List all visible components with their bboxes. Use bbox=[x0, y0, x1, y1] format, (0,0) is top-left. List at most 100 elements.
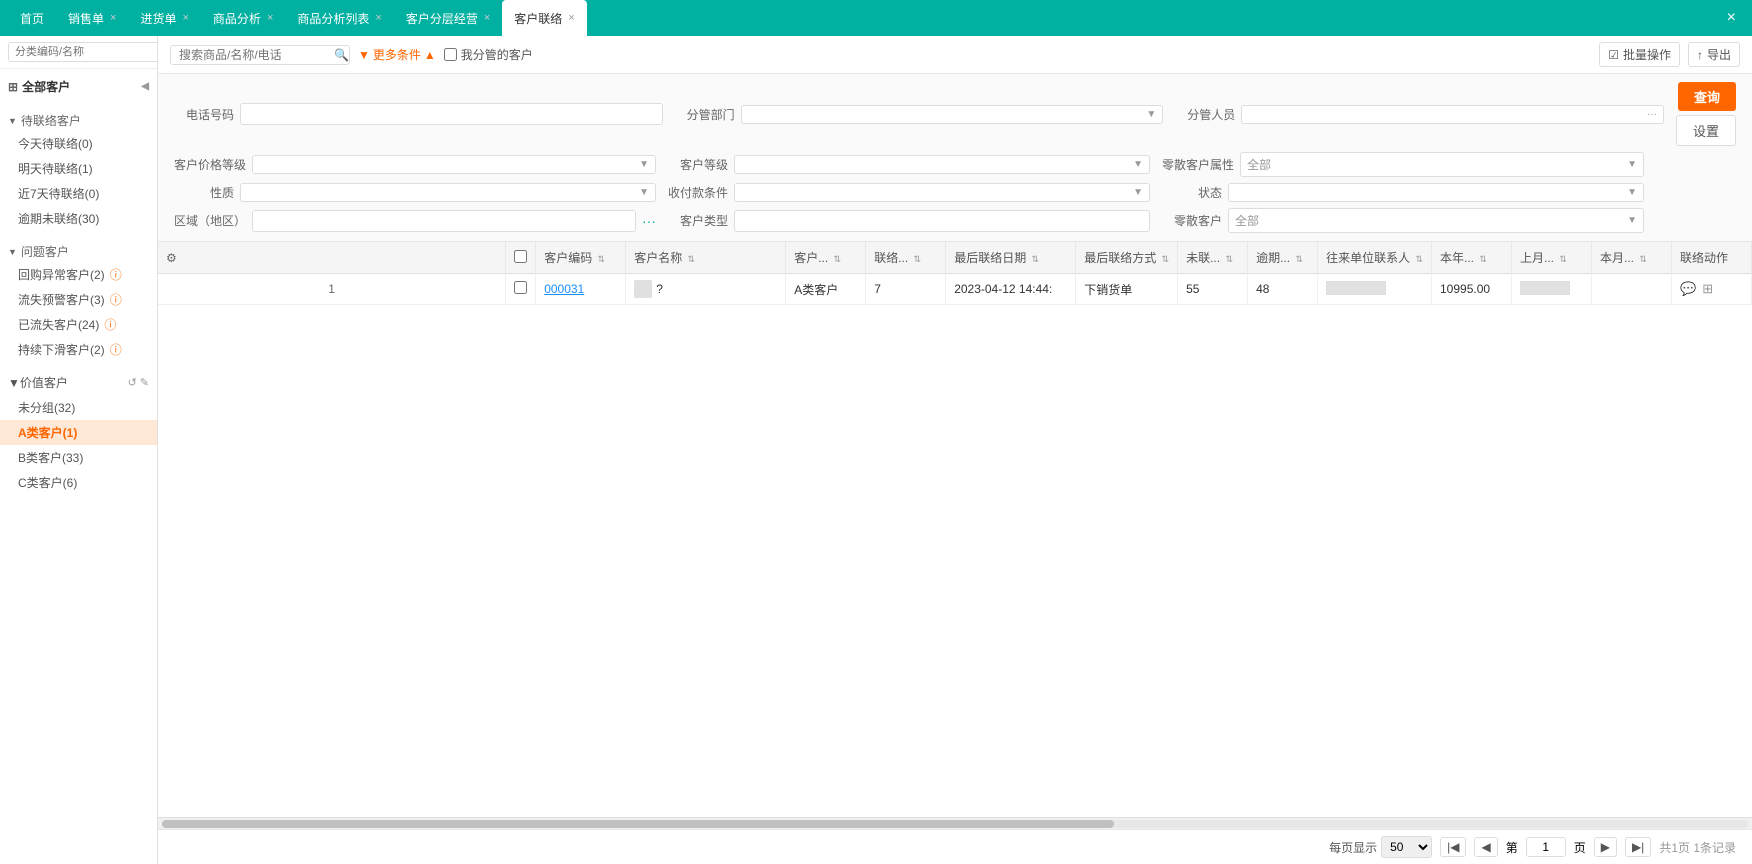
problem-group-title[interactable]: ▼ 问题客户 bbox=[0, 239, 157, 262]
nav-customer-contact[interactable]: 客户联络 × bbox=[502, 0, 586, 36]
value-refresh-icon[interactable]: ↺ bbox=[128, 376, 137, 389]
sidebar-item-today[interactable]: 今天待联络(0) bbox=[0, 131, 157, 156]
content-area: 🔍 ▼ 更多条件 ▲ 我分管的客户 ☑ 批量操作 ↑ 导出 bbox=[158, 36, 1752, 864]
status-select[interactable]: ▼ bbox=[1228, 183, 1644, 202]
sidebar-item-tomorrow[interactable]: 明天待联络(1) bbox=[0, 156, 157, 181]
table-select-all-checkbox[interactable] bbox=[514, 250, 527, 263]
col-month-header[interactable]: 本月... ⇅ bbox=[1592, 242, 1672, 274]
customer-level-arrow: ▼ bbox=[1133, 159, 1143, 170]
row-contact: 7 bbox=[866, 274, 946, 305]
close-customer-segment-tab[interactable]: × bbox=[484, 12, 490, 24]
sidebar-item-week[interactable]: 近7天待联络(0) bbox=[0, 181, 157, 206]
region-input[interactable] bbox=[252, 210, 636, 232]
pending-group-title[interactable]: ▼ 待联络客户 bbox=[0, 108, 157, 131]
customer-level-select[interactable]: ▼ bbox=[734, 155, 1150, 174]
uncontact-sort-icon: ⇅ bbox=[1225, 254, 1233, 264]
sidebar-search-input[interactable] bbox=[8, 42, 158, 62]
col-overdue-header[interactable]: 逾期... ⇅ bbox=[1248, 242, 1318, 274]
sidebar-item-b-class[interactable]: B类客户(33) bbox=[0, 445, 157, 470]
sidebar-item-c-class[interactable]: C类客户(6) bbox=[0, 470, 157, 495]
close-customer-contact-tab[interactable]: × bbox=[568, 12, 574, 24]
close-sales-tab[interactable]: × bbox=[110, 12, 116, 24]
page-number-input[interactable] bbox=[1526, 837, 1566, 857]
customer-type-input[interactable] bbox=[734, 210, 1150, 232]
my-customers-filter[interactable]: 我分管的客户 bbox=[444, 46, 533, 63]
filter-search-icon[interactable]: 🔍 bbox=[334, 48, 349, 62]
prev-page-button[interactable]: ◀ bbox=[1474, 837, 1497, 857]
col-uncontact-header[interactable]: 未联... ⇅ bbox=[1178, 242, 1248, 274]
table-header-row: ⚙ 客户编码 ⇅ 客户名称 ⇅ bbox=[158, 242, 1752, 274]
lost-info-icon[interactable]: ⓘ bbox=[104, 318, 116, 332]
pay-select[interactable]: ▼ bbox=[734, 183, 1150, 202]
nav-purchase[interactable]: 进货单 × bbox=[128, 0, 200, 36]
person-select[interactable]: ··· bbox=[1241, 105, 1664, 124]
lost-warning-info-icon[interactable]: ⓘ bbox=[110, 293, 122, 307]
col-name-header[interactable]: 客户名称 ⇅ bbox=[626, 242, 786, 274]
col-way-header[interactable]: 最后联络方式 ⇅ bbox=[1076, 242, 1178, 274]
table-settings-gear-icon[interactable]: ⚙ bbox=[166, 251, 177, 265]
first-page-button[interactable]: |◀ bbox=[1440, 837, 1466, 857]
more-filters-button[interactable]: ▼ 更多条件 ▲ bbox=[358, 46, 436, 63]
close-window-button[interactable]: × bbox=[1719, 9, 1744, 27]
all-customers-header[interactable]: ⊞ 全部客户 ◀ bbox=[0, 73, 157, 100]
table-body: 1 000031 ? bbox=[158, 274, 1752, 305]
filter-toolbar: 🔍 ▼ 更多条件 ▲ 我分管的客户 ☑ 批量操作 ↑ 导出 bbox=[158, 36, 1752, 74]
region-dots-icon[interactable]: ··· bbox=[642, 213, 656, 229]
filter-search-input[interactable] bbox=[179, 48, 334, 62]
sidebar-item-overdue[interactable]: 逾期未联络(30) bbox=[0, 206, 157, 231]
sidebar-item-declining[interactable]: 持续下滑客户(2) ⓘ bbox=[0, 337, 157, 362]
action-qr-icon[interactable]: ⊞ bbox=[1702, 281, 1713, 297]
batch-ops-button[interactable]: ☑ 批量操作 bbox=[1599, 42, 1680, 67]
per-page-select[interactable]: 50 100 bbox=[1381, 836, 1432, 858]
col-contact-header[interactable]: 联络... ⇅ bbox=[866, 242, 946, 274]
nav-home[interactable]: 首页 bbox=[8, 0, 56, 36]
retail-attr-select[interactable]: 全部 ▼ bbox=[1240, 152, 1644, 177]
dept-select[interactable]: ▼ bbox=[741, 105, 1164, 124]
customer-level-field: 客户等级 ▼ bbox=[668, 155, 1150, 174]
next-page-button[interactable]: ▶ bbox=[1594, 837, 1617, 857]
price-level-select[interactable]: ▼ bbox=[252, 155, 656, 174]
last-page-button[interactable]: ▶| bbox=[1625, 837, 1651, 857]
sidebar-item-ungrouped[interactable]: 未分组(32) bbox=[0, 395, 157, 420]
nav-product-analysis-list[interactable]: 商品分析列表 × bbox=[285, 0, 393, 36]
row-last-way-link[interactable]: 下销货单 bbox=[1084, 283, 1132, 297]
col-code-header[interactable]: 客户编码 ⇅ bbox=[536, 242, 626, 274]
class-sort-icon: ⇅ bbox=[834, 254, 842, 264]
row-code[interactable]: 000031 bbox=[536, 274, 626, 305]
col-class-header[interactable]: 客户... ⇅ bbox=[786, 242, 866, 274]
declining-info-icon[interactable]: ⓘ bbox=[110, 343, 122, 357]
value-edit-icon[interactable]: ✎ bbox=[140, 376, 149, 389]
action-message-icon[interactable]: 💬 bbox=[1680, 281, 1696, 297]
col-date-header[interactable]: 最后联络日期 ⇅ bbox=[946, 242, 1076, 274]
more-filters-arrow: ▲ bbox=[424, 48, 436, 62]
sidebar-item-lost[interactable]: 已流失客户(24) ⓘ bbox=[0, 312, 157, 337]
query-button[interactable]: 查询 bbox=[1678, 82, 1736, 111]
repurchase-info-icon[interactable]: ⓘ bbox=[110, 268, 122, 282]
col-history-header[interactable]: 往来单位联系人 ⇅ bbox=[1318, 242, 1432, 274]
retail-attr-arrow: ▼ bbox=[1627, 159, 1637, 170]
row-checkbox[interactable] bbox=[514, 281, 527, 294]
settings-button[interactable]: 设置 bbox=[1676, 115, 1736, 146]
my-customers-checkbox[interactable] bbox=[444, 48, 457, 61]
row-last-date: 2023-04-12 14:44: bbox=[946, 274, 1076, 305]
close-product-analysis-list-tab[interactable]: × bbox=[375, 12, 381, 24]
filter-icon: ▼ bbox=[358, 48, 370, 62]
scrollbar-thumb[interactable] bbox=[162, 820, 1114, 828]
col-year-header[interactable]: 本年... ⇅ bbox=[1432, 242, 1512, 274]
sidebar-item-lost-warning[interactable]: 流失预警客户(3) ⓘ bbox=[0, 287, 157, 312]
close-purchase-tab[interactable]: × bbox=[182, 12, 188, 24]
nature-select[interactable]: ▼ bbox=[240, 183, 656, 202]
collapse-sidebar-icon[interactable]: ◀ bbox=[141, 81, 149, 92]
nav-customer-segment[interactable]: 客户分层经营 × bbox=[394, 0, 502, 36]
nav-product-analysis[interactable]: 商品分析 × bbox=[201, 0, 285, 36]
nav-sales[interactable]: 销售单 × bbox=[56, 0, 128, 36]
col-lastmonth-header[interactable]: 上月... ⇅ bbox=[1512, 242, 1592, 274]
export-button[interactable]: ↑ 导出 bbox=[1688, 42, 1740, 67]
sidebar-item-a-class[interactable]: A类客户(1) bbox=[0, 420, 157, 445]
close-product-analysis-tab[interactable]: × bbox=[267, 12, 273, 24]
person-field: 分管人员 ··· bbox=[1175, 105, 1664, 124]
phone-input[interactable] bbox=[240, 103, 663, 125]
sidebar-item-repurchase[interactable]: 回购异常客户(2) ⓘ bbox=[0, 262, 157, 287]
retail-select[interactable]: 全部 ▼ bbox=[1228, 208, 1644, 233]
export-icon: ↑ bbox=[1697, 48, 1703, 62]
